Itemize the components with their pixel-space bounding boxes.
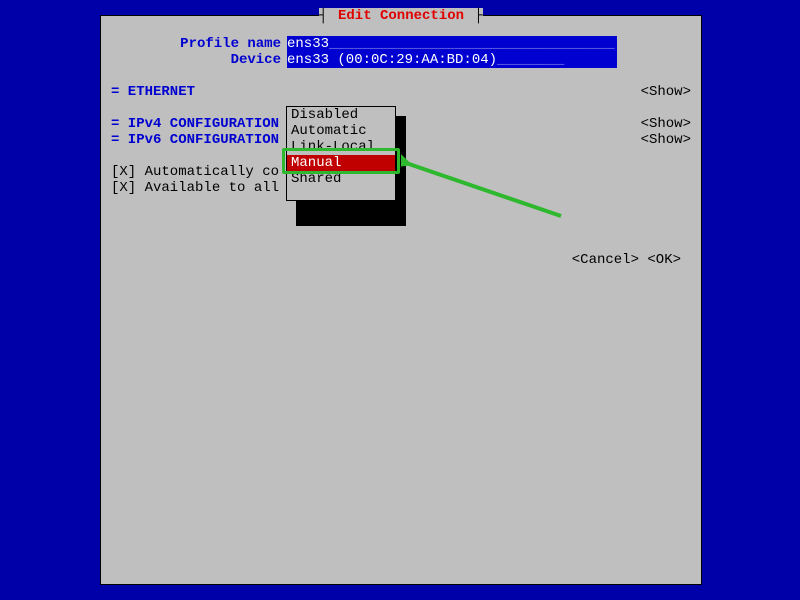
title-pipe-left: ┤ xyxy=(319,8,336,24)
dropdown-option-automatic[interactable]: Automatic xyxy=(287,123,395,139)
title-pipe-right: ├ xyxy=(466,8,483,24)
config-mode-dropdown[interactable]: DisabledAutomaticLink-LocalManualShared xyxy=(286,106,396,201)
ethernet-show-button[interactable]: <Show> xyxy=(641,84,691,100)
window-title: Edit Connection xyxy=(336,8,466,24)
device-row: Device ens33 (00:0C:29:AA:BD:04)________ xyxy=(111,52,691,68)
profile-name-row: Profile name ens33______________________… xyxy=(111,36,691,52)
device-input[interactable]: ens33 (00:0C:29:AA:BD:04)________ xyxy=(287,52,617,68)
desktop: ┤ Edit Connection ├ Profile name ens33__… xyxy=(0,0,800,600)
cancel-button[interactable]: <Cancel> xyxy=(572,252,639,268)
ethernet-label: = ETHERNET xyxy=(111,84,195,100)
window-title-bar: ┤ Edit Connection ├ xyxy=(101,8,701,24)
profile-name-label: Profile name xyxy=(111,36,281,52)
device-label: Device xyxy=(111,52,281,68)
ipv4-label: = IPv4 CONFIGURATION xyxy=(111,116,279,132)
edit-connection-window: ┤ Edit Connection ├ Profile name ens33__… xyxy=(100,15,702,585)
ipv6-label: = IPv6 CONFIGURATION xyxy=(111,132,279,148)
ipv4-show-button[interactable]: <Show> xyxy=(641,116,691,132)
profile-name-input[interactable]: ens33__________________________________ xyxy=(287,36,617,52)
ethernet-section: = ETHERNET <Show> xyxy=(111,84,691,100)
ipv6-show-button[interactable]: <Show> xyxy=(641,132,691,148)
dropdown-option-shared[interactable]: Shared xyxy=(287,171,395,187)
dialog-buttons: <Cancel> <OK> xyxy=(111,252,681,268)
ok-button[interactable]: <OK> xyxy=(647,252,681,268)
dropdown-option-link-local[interactable]: Link-Local xyxy=(287,139,395,155)
dropdown-option-manual[interactable]: Manual xyxy=(287,155,395,171)
dropdown-option-disabled[interactable]: Disabled xyxy=(287,107,395,123)
